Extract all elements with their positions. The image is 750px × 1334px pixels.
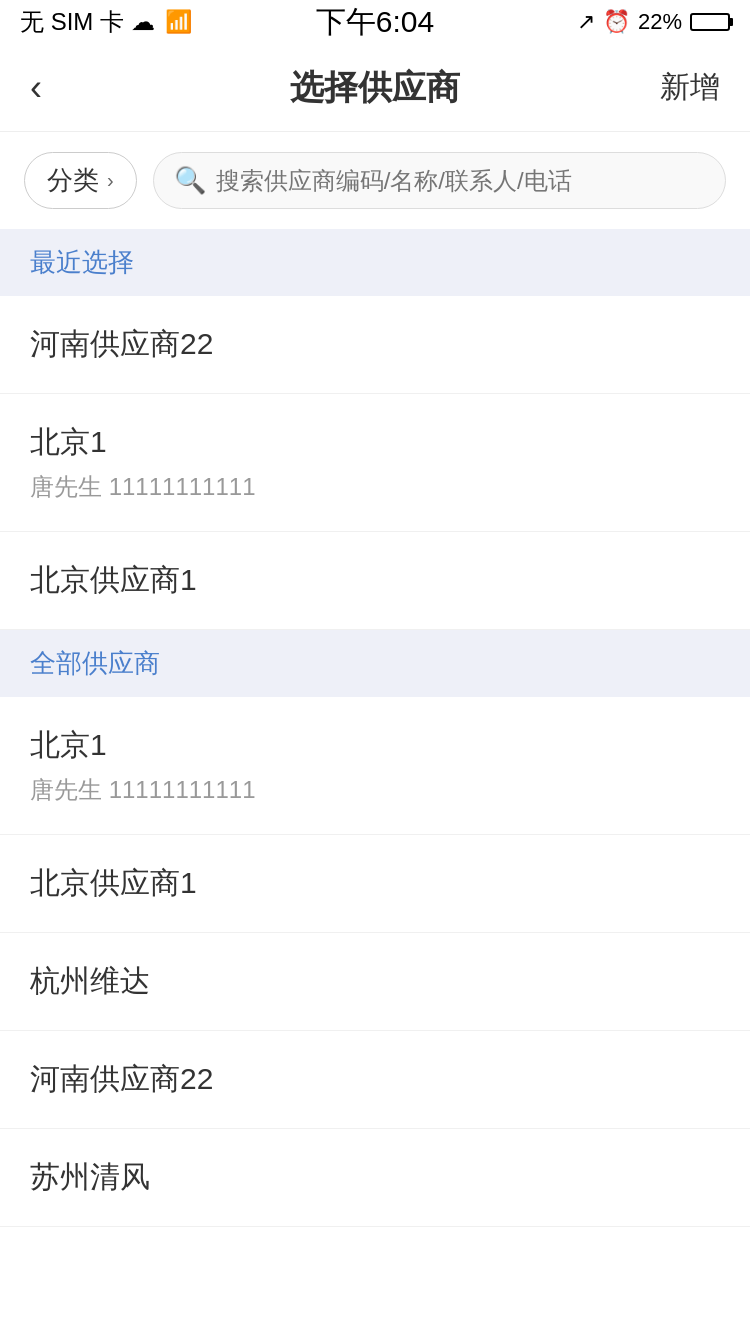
status-right: ↗ ⏰ 22%	[577, 9, 730, 35]
recent-section-header: 最近选择	[0, 229, 750, 296]
item-name: 杭州维达	[30, 961, 720, 1002]
filter-bar: 分类 › 🔍	[0, 132, 750, 229]
alarm-icon: ⏰	[603, 9, 630, 35]
sim-label: 无 SIM 卡 ☁	[20, 6, 155, 38]
location-icon: ↗	[577, 9, 595, 35]
search-input[interactable]	[216, 167, 705, 195]
list-item[interactable]: 苏州清风	[0, 1129, 750, 1227]
list-item[interactable]: 北京1 唐先生 11111111111	[0, 394, 750, 532]
list-item[interactable]: 北京1 唐先生 11111111111	[0, 697, 750, 835]
item-name: 河南供应商22	[30, 1059, 720, 1100]
search-bar[interactable]: 🔍	[153, 152, 726, 209]
list-item[interactable]: 河南供应商22	[0, 1031, 750, 1129]
page-title: 选择供应商	[290, 65, 460, 111]
wifi-icon: 📶	[165, 9, 192, 35]
back-button[interactable]: ‹	[30, 67, 90, 109]
list-item[interactable]: 杭州维达	[0, 933, 750, 1031]
status-left: 无 SIM 卡 ☁ 📶	[20, 6, 192, 38]
item-name: 北京供应商1	[30, 560, 720, 601]
chevron-right-icon: ›	[107, 169, 114, 192]
add-button[interactable]: 新增	[660, 67, 720, 108]
battery-percent: 22%	[638, 9, 682, 35]
status-time: 下午6:04	[316, 2, 434, 43]
item-name: 北京1	[30, 725, 720, 766]
battery-icon	[690, 13, 730, 31]
all-section-label: 全部供应商	[30, 648, 160, 678]
all-list: 北京1 唐先生 11111111111 北京供应商1 杭州维达河南供应商22 苏州清风	[0, 697, 750, 1227]
recent-section-label: 最近选择	[30, 247, 134, 277]
status-bar: 无 SIM 卡 ☁ 📶 下午6:04 ↗ ⏰ 22%	[0, 0, 750, 44]
category-button[interactable]: 分类 ›	[24, 152, 137, 209]
item-name: 苏州清风	[30, 1157, 720, 1198]
item-name: 北京1	[30, 422, 720, 463]
category-label: 分类	[47, 163, 99, 198]
search-icon: 🔍	[174, 165, 206, 196]
list-item[interactable]: 河南供应商22	[0, 296, 750, 394]
all-section-header: 全部供应商	[0, 630, 750, 697]
nav-bar: ‹ 选择供应商 新增	[0, 44, 750, 132]
item-sub: 唐先生 11111111111	[30, 774, 720, 806]
item-sub: 唐先生 11111111111	[30, 471, 720, 503]
item-name: 北京供应商1	[30, 863, 720, 904]
item-name: 河南供应商22	[30, 324, 720, 365]
list-item[interactable]: 北京供应商1	[0, 835, 750, 933]
recent-list: 河南供应商22 北京1 唐先生 11111111111 北京供应商1	[0, 296, 750, 630]
list-item[interactable]: 北京供应商1	[0, 532, 750, 630]
